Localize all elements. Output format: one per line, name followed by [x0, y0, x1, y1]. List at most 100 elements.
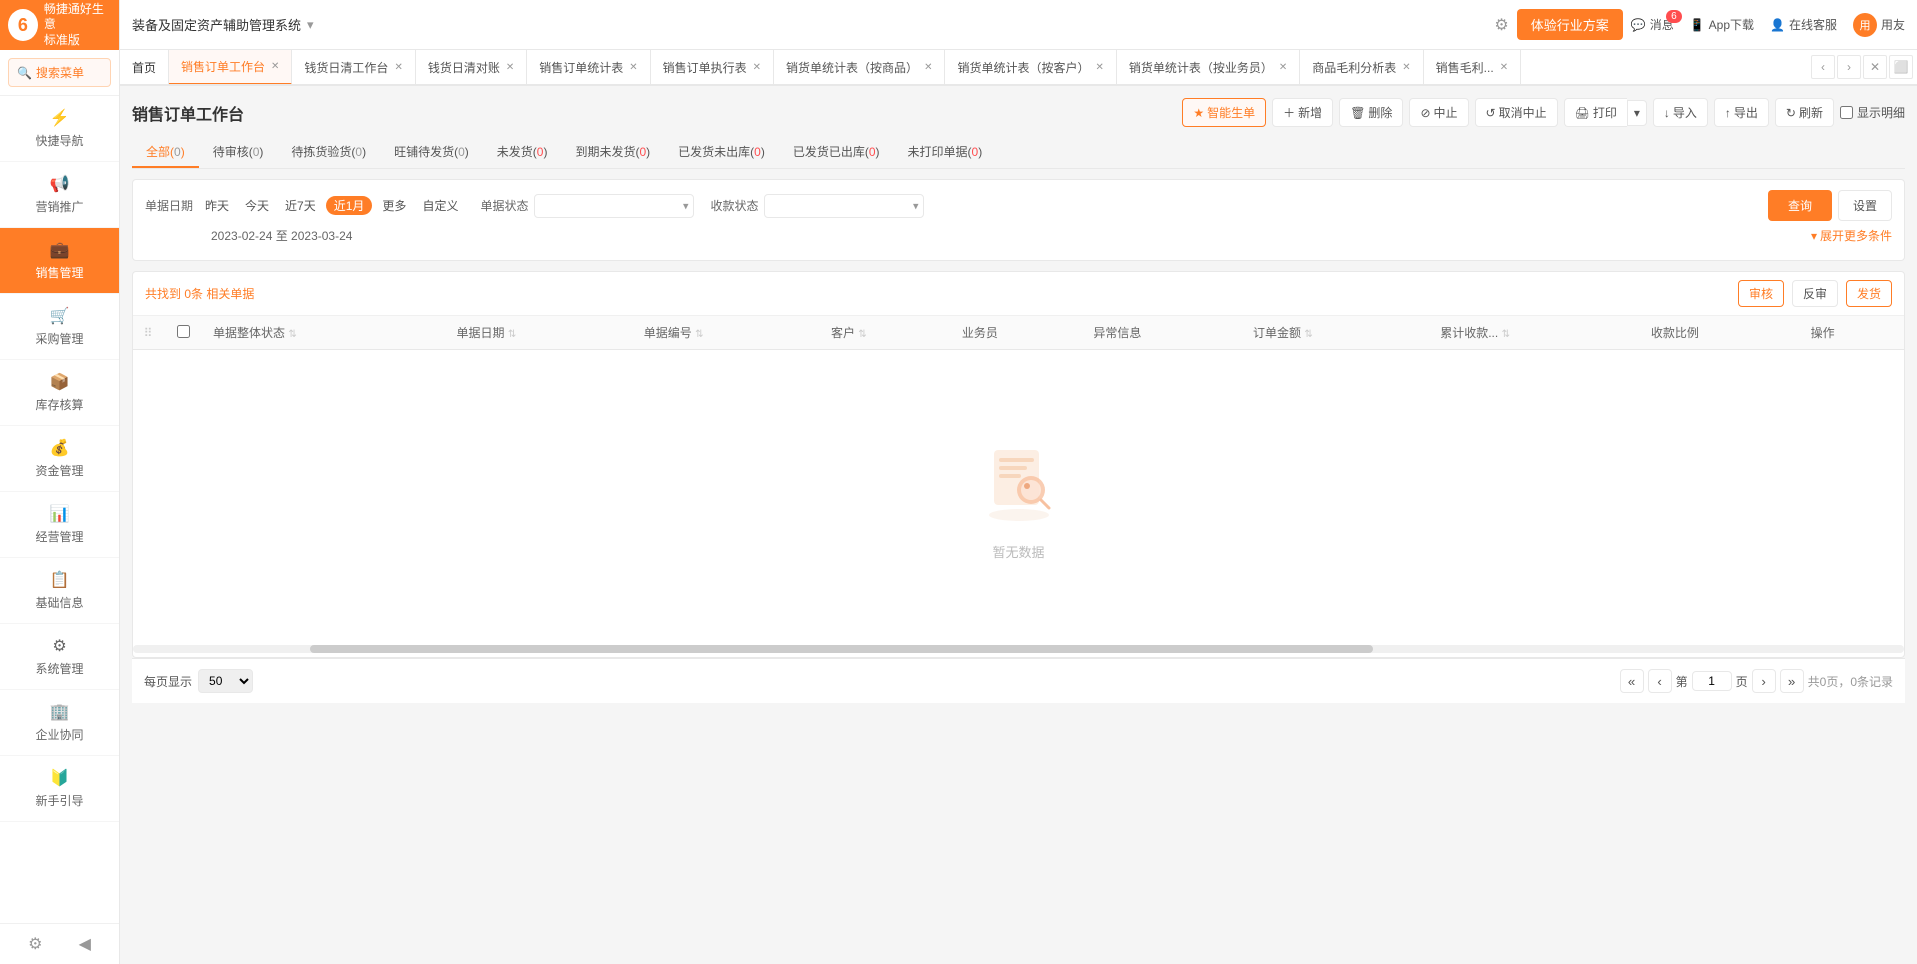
status-select[interactable] [534, 194, 694, 218]
tab-profit-analysis[interactable]: 商品毛利分析表✕ [1300, 50, 1423, 85]
tab-sales-stat-staff[interactable]: 销货单统计表（按业务员）✕ [1117, 50, 1300, 85]
tab-sales-stat-prod[interactable]: 销货单统计表（按商品）✕ [774, 50, 945, 85]
tab-scroll-left[interactable]: ‹ [1811, 55, 1835, 79]
tab-close-profit-analysis[interactable]: ✕ [1402, 62, 1410, 73]
delete-button[interactable]: 🗑 删除 [1339, 98, 1403, 127]
expand-filter-button[interactable]: ▾ 展开更多条件 [1811, 227, 1892, 244]
sub-tab-all[interactable]: 全部(0) [132, 137, 199, 168]
select-all-checkbox[interactable] [177, 325, 190, 338]
sidebar-item-operations[interactable]: 📊经营管理 [0, 492, 119, 558]
search-menu-button[interactable]: 🔍 搜索菜单 [8, 58, 111, 87]
table-action-ship[interactable]: 发货 [1846, 280, 1892, 307]
user-menu-button[interactable]: 用 用友 [1853, 13, 1905, 37]
payment-select[interactable] [764, 194, 924, 218]
sort-icon-number[interactable]: ⇅ [695, 329, 703, 340]
sub-tab-shipped-out[interactable]: 已发货已出库(0) [779, 137, 894, 168]
date-shortcut-近7天[interactable]: 近7天 [279, 195, 322, 216]
tab-close-cash-reconcile[interactable]: ✕ [506, 62, 514, 73]
date-shortcut-自定义[interactable]: 自定义 [416, 195, 464, 216]
settings-gear-icon[interactable]: ⚙ [1494, 15, 1508, 35]
col-header-number[interactable]: 单据编号 ⇅ [634, 316, 821, 350]
sidebar-item-sales[interactable]: 💼销售管理 [0, 228, 119, 294]
date-shortcut-今天[interactable]: 今天 [239, 195, 275, 216]
page-size-select[interactable]: 102050100 [198, 669, 253, 693]
col-header-date[interactable]: 单据日期 ⇅ [447, 316, 634, 350]
sub-tab-pending-inspect[interactable]: 待拣货验货(0) [277, 137, 380, 168]
set-button[interactable]: 设置 [1838, 190, 1892, 221]
tab-home[interactable]: 首页 [120, 50, 169, 85]
title-dropdown-arrow[interactable]: ▾ [307, 17, 314, 33]
sidebar-item-purchase[interactable]: 🛒采购管理 [0, 294, 119, 360]
first-page-button[interactable]: « [1620, 669, 1644, 693]
tab-cash-daily[interactable]: 钱货日清工作台✕ [292, 50, 415, 85]
tab-close-sales-stat-staff[interactable]: ✕ [1279, 62, 1287, 73]
sidebar-item-quick-nav[interactable]: ⚡快捷导航 [0, 96, 119, 162]
date-shortcut-更多[interactable]: 更多 [376, 195, 412, 216]
sidebar-item-guide[interactable]: 🔰新手引导 [0, 756, 119, 822]
sub-tab-overdue-not-shipped[interactable]: 到期未发货(0) [561, 137, 664, 168]
settings-button[interactable]: ⚙ [28, 934, 42, 954]
stop-button[interactable]: ⊘ 中止 [1409, 98, 1468, 127]
smart-create-button[interactable]: ★ 智能生单 [1182, 98, 1266, 127]
sub-tab-not-shipped[interactable]: 未发货(0) [483, 137, 562, 168]
horizontal-scrollbar[interactable] [133, 645, 1904, 653]
print-dropdown-button[interactable]: ▾ [1627, 100, 1647, 126]
scrollbar-thumb[interactable] [310, 645, 1373, 653]
tab-close-sales-order[interactable]: ✕ [271, 61, 279, 72]
refresh-button[interactable]: ↻ 刷新 [1775, 98, 1834, 127]
sub-tab-wangpu-pending[interactable]: 旺铺待发货(0) [380, 137, 483, 168]
tab-cash-reconcile[interactable]: 钱货日清对账✕ [416, 50, 527, 85]
tab-close-sales-stat[interactable]: ✕ [629, 62, 637, 73]
tab-sales-exec[interactable]: 销售订单执行表✕ [651, 50, 774, 85]
sidebar-item-inventory[interactable]: 📦库存核算 [0, 360, 119, 426]
sidebar-item-enterprise[interactable]: 🏢企业协同 [0, 690, 119, 756]
tab-maximize[interactable]: ⬜ [1889, 55, 1913, 79]
col-header-amount[interactable]: 订单金额 ⇅ [1243, 316, 1430, 350]
sub-tab-pending-review[interactable]: 待审核(0) [199, 137, 278, 168]
tab-close-current[interactable]: ✕ [1863, 55, 1887, 79]
current-page-input[interactable] [1692, 671, 1732, 691]
show-detail-checkbox[interactable] [1840, 106, 1853, 119]
col-header-customer[interactable]: 客户 ⇅ [821, 316, 952, 350]
sort-icon-customer[interactable]: ⇅ [858, 329, 866, 340]
col-header-collected[interactable]: 累计收款... ⇅ [1430, 316, 1641, 350]
app-download-button[interactable]: 📱 App下载 [1690, 16, 1754, 33]
add-button[interactable]: ＋ 新增 [1272, 98, 1333, 127]
table-action-anti-review[interactable]: 反审 [1792, 280, 1838, 307]
show-detail-checkbox-label[interactable]: 显示明细 [1840, 104, 1905, 121]
next-page-button[interactable]: › [1752, 669, 1776, 693]
cancel-stop-button[interactable]: ↺ 取消中止 [1475, 98, 1558, 127]
tab-sales-order[interactable]: 销售订单工作台✕ [169, 50, 292, 85]
sort-icon-date[interactable]: ⇅ [508, 329, 516, 340]
import-button[interactable]: ↓ 导入 [1653, 98, 1708, 127]
sidebar-item-system[interactable]: ⚙系统管理 [0, 624, 119, 690]
sort-icon-collected[interactable]: ⇅ [1502, 329, 1510, 340]
tab-close-cash-daily[interactable]: ✕ [394, 62, 402, 73]
tab-close-sales-extra[interactable]: ✕ [1500, 62, 1508, 73]
prev-page-button[interactable]: ‹ [1648, 669, 1672, 693]
sort-icon-amount[interactable]: ⇅ [1304, 329, 1312, 340]
tab-close-sales-exec[interactable]: ✕ [753, 62, 761, 73]
tab-sales-stat[interactable]: 销售订单统计表✕ [527, 50, 650, 85]
sub-tab-shipped-not-out[interactable]: 已发货未出库(0) [664, 137, 779, 168]
collapse-sidebar-button[interactable]: ◀ [79, 934, 91, 954]
sidebar-item-marketing[interactable]: 📢营销推广 [0, 162, 119, 228]
tab-scroll-right[interactable]: › [1837, 55, 1861, 79]
trial-button[interactable]: 体验行业方案 [1517, 9, 1623, 40]
table-action-review[interactable]: 审核 [1738, 280, 1784, 307]
col-header-status[interactable]: 单据整体状态 ⇅ [203, 316, 447, 350]
sort-icon-status[interactable]: ⇅ [288, 329, 296, 340]
tab-close-sales-stat-cust[interactable]: ✕ [1095, 62, 1103, 73]
date-shortcut-昨天[interactable]: 昨天 [199, 195, 235, 216]
tab-sales-stat-cust[interactable]: 销货单统计表（按客户）✕ [945, 50, 1116, 85]
sidebar-item-basic-info[interactable]: 📋基础信息 [0, 558, 119, 624]
sidebar-item-finance[interactable]: 💰资金管理 [0, 426, 119, 492]
query-button[interactable]: 查询 [1768, 190, 1832, 221]
online-service-button[interactable]: 👤 在线客服 [1770, 16, 1837, 33]
message-button[interactable]: 💬 消息 6 [1631, 16, 1674, 33]
export-button[interactable]: ↑ 导出 [1714, 98, 1769, 127]
tab-sales-extra[interactable]: 销售毛利...✕ [1424, 50, 1521, 85]
print-button[interactable]: 🖨 打印 [1564, 98, 1627, 127]
sub-tab-not-printed[interactable]: 未打印单据(0) [894, 137, 997, 168]
date-shortcut-近1月[interactable]: 近1月 [326, 196, 373, 215]
